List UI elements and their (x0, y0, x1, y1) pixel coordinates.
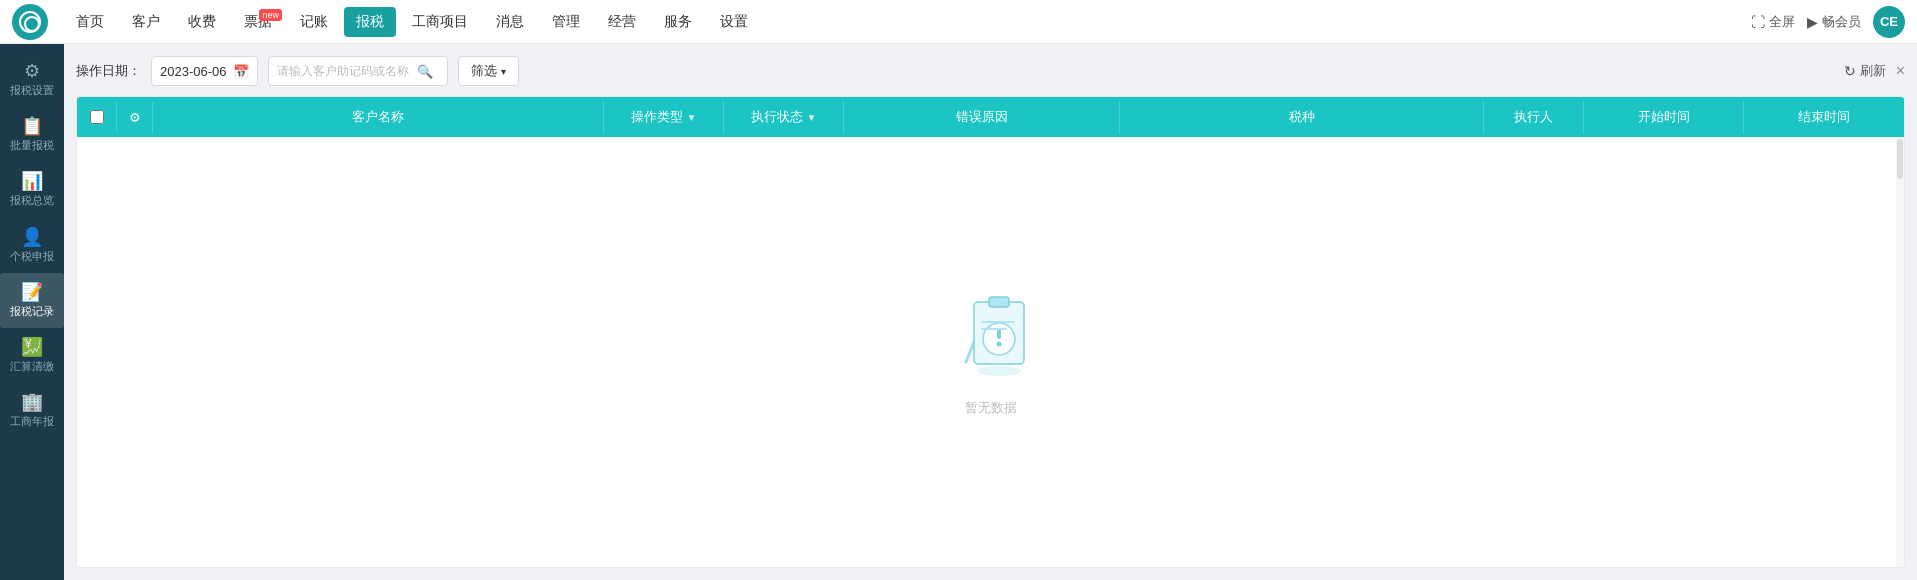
nav-right-area: ⛶ 全屏 ▶ 畅会员 CE (1751, 6, 1905, 38)
member-button[interactable]: ▶ 畅会员 (1807, 13, 1861, 31)
sidebar-item-personal-tax[interactable]: 👤 个税申报 (0, 218, 64, 273)
svg-rect-3 (989, 297, 1009, 307)
nav-item-service[interactable]: 服务 (652, 7, 704, 37)
tax-overview-icon: 📊 (21, 172, 43, 190)
svg-point-9 (977, 366, 1021, 376)
sidebar-label-personal-tax: 个税申报 (10, 250, 54, 263)
nav-item-client[interactable]: 客户 (120, 7, 172, 37)
main-layout: ⚙ 报税设置 📋 批量报税 📊 报税总览 👤 个税申报 📝 报税记录 💹 汇算清… (0, 44, 1917, 580)
th-end-label: 结束时间 (1798, 108, 1850, 126)
th-settings[interactable]: ⚙ (117, 102, 153, 133)
tax-records-icon: 📝 (21, 283, 43, 301)
search-box: 🔍 (268, 56, 448, 86)
th-client-name: 客户名称 (153, 100, 604, 134)
annual-report-icon: 🏢 (21, 393, 43, 411)
empty-state: 暂无数据 (916, 257, 1066, 447)
scrollbar[interactable] (1896, 137, 1904, 567)
fullscreen-icon: ⛶ (1751, 14, 1765, 30)
sidebar-label-settlement: 汇算清缴 (10, 360, 54, 373)
search-input[interactable] (277, 64, 417, 78)
empty-text: 暂无数据 (965, 399, 1017, 417)
sidebar-label-batch-tax: 批量报税 (10, 139, 54, 152)
refresh-icon: ↻ (1844, 63, 1856, 79)
sidebar-label-annual-report: 工商年报 (10, 415, 54, 428)
data-table: ⚙ 客户名称 操作类型 ▼ 执行状态 ▼ 错误原因 税种 (76, 96, 1905, 568)
search-icon[interactable]: 🔍 (417, 64, 433, 79)
toolbar-right: ↻ 刷新 × (1844, 62, 1905, 80)
main-content: 操作日期： 2023-06-06 📅 🔍 筛选 ▾ ↻ 刷新 × (64, 44, 1917, 580)
sidebar-item-settlement[interactable]: 💹 汇算清缴 (0, 328, 64, 383)
date-label: 操作日期： (76, 62, 141, 80)
refresh-button[interactable]: ↻ 刷新 (1844, 62, 1886, 80)
scrollbar-thumb (1897, 139, 1903, 179)
sidebar-item-annual-report[interactable]: 🏢 工商年报 (0, 383, 64, 438)
nav-menu: 首页 客户 收费 票据 new 记账 报税 工商项目 消息 管理 经营 服务 设… (64, 7, 1751, 37)
svg-point-6 (996, 342, 1001, 347)
close-button[interactable]: × (1896, 63, 1905, 79)
empty-illustration (946, 287, 1036, 387)
sidebar-label-tax-records: 报税记录 (10, 305, 54, 318)
settings-icon: ⚙ (129, 110, 141, 125)
calendar-icon: 📅 (233, 64, 249, 79)
sidebar-item-tax-records[interactable]: 📝 报税记录 (0, 273, 64, 328)
nav-item-accounting[interactable]: 记账 (288, 7, 340, 37)
th-operation-type[interactable]: 操作类型 ▼ (604, 100, 724, 134)
th-client-label: 客户名称 (352, 108, 404, 126)
sort-icon-status: ▼ (806, 112, 816, 123)
th-checkbox[interactable] (77, 102, 117, 132)
th-tax-label: 税种 (1289, 108, 1315, 126)
sidebar: ⚙ 报税设置 📋 批量报税 📊 报税总览 👤 个税申报 📝 报税记录 💹 汇算清… (0, 44, 64, 580)
th-end-time: 结束时间 (1744, 100, 1904, 134)
app-logo[interactable] (12, 4, 48, 40)
select-all-checkbox[interactable] (90, 110, 104, 124)
member-label: 畅会员 (1822, 13, 1861, 31)
th-start-label: 开始时间 (1638, 108, 1690, 126)
personal-tax-icon: 👤 (21, 228, 43, 246)
date-value: 2023-06-06 (160, 64, 227, 79)
chevron-down-icon: ▾ (501, 66, 506, 77)
th-start-time: 开始时间 (1584, 100, 1744, 134)
th-executor-label: 执行人 (1514, 108, 1553, 126)
filter-button[interactable]: 筛选 ▾ (458, 56, 519, 86)
nav-item-tax[interactable]: 报税 (344, 7, 396, 37)
sidebar-label-tax-settings: 报税设置 (10, 84, 54, 97)
sidebar-item-batch-tax[interactable]: 📋 批量报税 (0, 107, 64, 162)
toolbar: 操作日期： 2023-06-06 📅 🔍 筛选 ▾ ↻ 刷新 × (76, 56, 1905, 86)
batch-tax-icon: 📋 (21, 117, 43, 135)
th-tax-type: 税种 (1120, 100, 1484, 134)
fullscreen-label: 全屏 (1769, 13, 1795, 31)
settlement-icon: 💹 (21, 338, 43, 356)
th-error-label: 错误原因 (956, 108, 1008, 126)
nav-item-fee[interactable]: 收费 (176, 7, 228, 37)
date-picker[interactable]: 2023-06-06 📅 (151, 56, 258, 86)
new-badge: new (259, 9, 282, 22)
th-status-label: 执行状态 (751, 108, 803, 126)
sidebar-item-tax-overview[interactable]: 📊 报税总览 (0, 162, 64, 217)
refresh-label: 刷新 (1860, 62, 1886, 80)
th-error-reason: 错误原因 (844, 100, 1120, 134)
svg-rect-5 (997, 329, 1001, 339)
nav-item-home[interactable]: 首页 (64, 7, 116, 37)
nav-item-invoice[interactable]: 票据 new (232, 7, 284, 37)
fullscreen-button[interactable]: ⛶ 全屏 (1751, 13, 1795, 31)
nav-item-messages[interactable]: 消息 (484, 7, 536, 37)
nav-item-operation[interactable]: 经营 (596, 7, 648, 37)
sort-icon-type: ▼ (686, 112, 696, 123)
th-executor: 执行人 (1484, 100, 1584, 134)
sidebar-label-tax-overview: 报税总览 (10, 194, 54, 207)
play-icon: ▶ (1807, 14, 1818, 30)
filter-label: 筛选 (471, 62, 497, 80)
nav-item-settings[interactable]: 设置 (708, 7, 760, 37)
table-body: 暂无数据 (77, 137, 1904, 567)
th-type-label: 操作类型 (631, 108, 683, 126)
table-header: ⚙ 客户名称 操作类型 ▼ 执行状态 ▼ 错误原因 税种 (77, 97, 1904, 137)
top-navigation: 首页 客户 收费 票据 new 记账 报税 工商项目 消息 管理 经营 服务 设… (0, 0, 1917, 44)
avatar[interactable]: CE (1873, 6, 1905, 38)
nav-item-manage[interactable]: 管理 (540, 7, 592, 37)
nav-item-business[interactable]: 工商项目 (400, 7, 480, 37)
sidebar-item-tax-settings[interactable]: ⚙ 报税设置 (0, 52, 64, 107)
th-execution-status[interactable]: 执行状态 ▼ (724, 100, 844, 134)
tax-settings-icon: ⚙ (24, 62, 40, 80)
